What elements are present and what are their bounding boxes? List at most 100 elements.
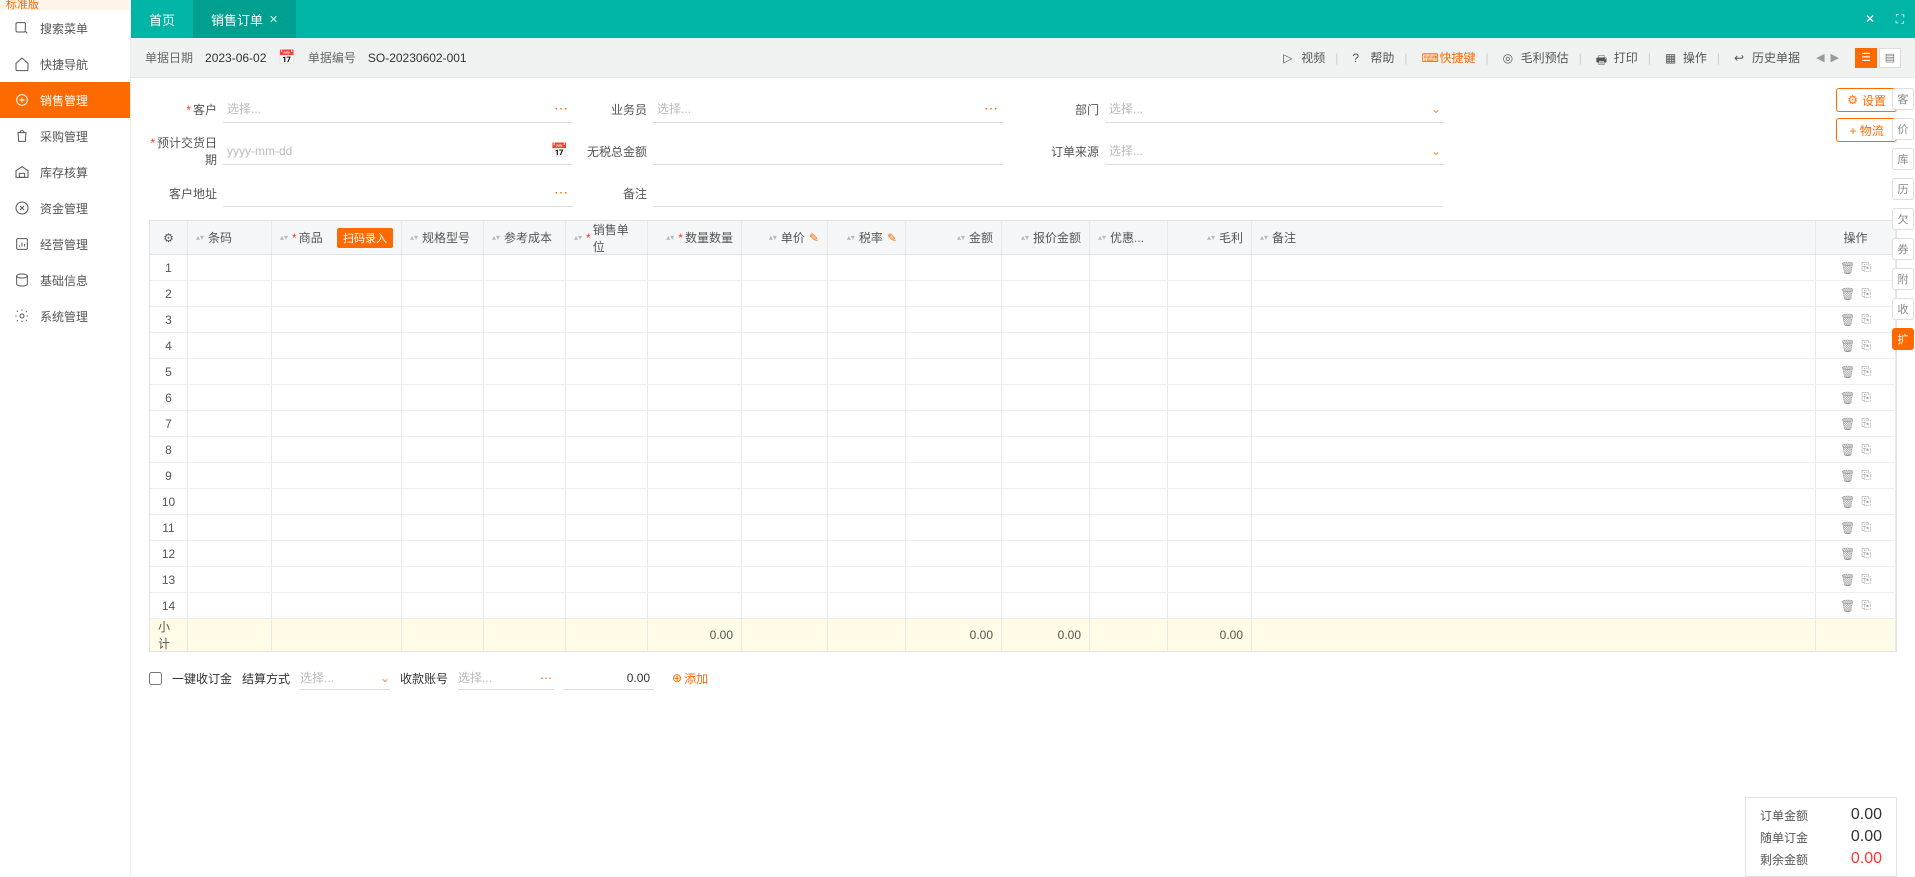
table-row[interactable]: 12 🗑 ⎘: [150, 541, 1896, 567]
toolbar-print[interactable]: 🖶打印: [1579, 49, 1638, 66]
col-discount[interactable]: ▴▾优惠...: [1090, 221, 1168, 254]
copy-icon[interactable]: ⎘: [1861, 312, 1871, 327]
dock-expand[interactable]: 扩: [1892, 328, 1914, 350]
delete-icon[interactable]: 🗑: [1840, 495, 1855, 509]
ellipsis-icon[interactable]: ⋯: [554, 184, 569, 201]
sidebar-item-sales[interactable]: 销售管理: [0, 82, 130, 118]
dock-debt[interactable]: 欠: [1892, 208, 1914, 230]
copy-icon[interactable]: ⎘: [1861, 598, 1871, 613]
col-spec[interactable]: ▴▾规格型号: [402, 221, 484, 254]
col-gross[interactable]: ▴▾毛利: [1168, 221, 1252, 254]
chevron-down-icon[interactable]: ⌄: [1431, 144, 1441, 158]
sidebar-item-finance[interactable]: 资金管理: [0, 190, 130, 226]
delete-icon[interactable]: 🗑: [1840, 573, 1855, 587]
scan-badge[interactable]: 扫码录入: [337, 228, 393, 248]
col-barcode[interactable]: ▴▾条码: [188, 221, 272, 254]
copy-icon[interactable]: ⎘: [1861, 494, 1871, 509]
copy-icon[interactable]: ⎘: [1861, 286, 1871, 301]
next-doc[interactable]: ▶: [1831, 51, 1839, 64]
col-qty[interactable]: ▴▾*数量数量: [648, 221, 742, 254]
table-row[interactable]: 3 🗑 ⎘: [150, 307, 1896, 333]
delete-icon[interactable]: 🗑: [1840, 365, 1855, 379]
toolbar-shortcuts[interactable]: ⌨快捷键: [1404, 49, 1475, 66]
table-row[interactable]: 11 🗑 ⎘: [150, 515, 1896, 541]
salesperson-input[interactable]: 选择...⋯: [653, 95, 1003, 123]
sidebar-item-purchase[interactable]: 采购管理: [0, 118, 130, 154]
toolbar-history[interactable]: ↩历史单据: [1717, 49, 1800, 66]
settle-method-select[interactable]: 选择...⌄: [300, 666, 390, 690]
delete-icon[interactable]: 🗑: [1840, 313, 1855, 327]
delete-icon[interactable]: 🗑: [1840, 521, 1855, 535]
settings-button[interactable]: ⚙设置: [1836, 88, 1897, 112]
toolbar-ops[interactable]: ▦操作: [1648, 49, 1707, 66]
logistics-button[interactable]: + 物流: [1836, 118, 1897, 142]
col-settings[interactable]: ⚙: [150, 221, 188, 254]
toolbar-help[interactable]: ?帮助: [1335, 49, 1394, 66]
doc-date-value[interactable]: 2023-06-02: [205, 51, 266, 65]
delete-icon[interactable]: 🗑: [1840, 443, 1855, 457]
sidebar-item-search-menu[interactable]: 搜索菜单: [0, 10, 130, 46]
copy-icon[interactable]: ⎘: [1861, 546, 1871, 561]
copy-icon[interactable]: ⎘: [1861, 260, 1871, 275]
delete-icon[interactable]: 🗑: [1840, 417, 1855, 431]
copy-icon[interactable]: ⎘: [1861, 572, 1871, 587]
payment-amount[interactable]: 0.00: [564, 666, 654, 690]
copy-icon[interactable]: ⎘: [1861, 390, 1871, 405]
delete-icon[interactable]: 🗑: [1840, 469, 1855, 483]
department-input[interactable]: 选择...⌄: [1105, 95, 1445, 123]
copy-icon[interactable]: ⎘: [1861, 364, 1871, 379]
edit-icon[interactable]: ✎: [887, 231, 897, 245]
table-row[interactable]: 14 🗑 ⎘: [150, 593, 1896, 619]
order-source-input[interactable]: 选择...⌄: [1105, 137, 1445, 165]
col-note[interactable]: ▴▾备注: [1252, 221, 1816, 254]
edit-icon[interactable]: ✎: [809, 231, 819, 245]
tab-close-all[interactable]: ✕: [1855, 0, 1885, 38]
account-input[interactable]: 选择...⋯: [458, 666, 554, 690]
sidebar-item-operation[interactable]: 经营管理: [0, 226, 130, 262]
table-row[interactable]: 13 🗑 ⎘: [150, 567, 1896, 593]
dock-customer[interactable]: 客: [1892, 88, 1914, 110]
tab-expand[interactable]: ⛶: [1885, 0, 1915, 38]
chevron-down-icon[interactable]: ⌄: [1431, 102, 1441, 116]
col-tax[interactable]: ▴▾税率✎: [828, 221, 906, 254]
sidebar-item-inventory[interactable]: 库存核算: [0, 154, 130, 190]
ellipsis-icon[interactable]: ⋯: [984, 100, 999, 117]
calendar-icon[interactable]: 📅: [551, 142, 569, 159]
chevron-down-icon[interactable]: ⌄: [380, 671, 390, 685]
sidebar-item-quicknav[interactable]: 快捷导航: [0, 46, 130, 82]
sidebar-item-system[interactable]: 系统管理: [0, 298, 130, 334]
toolbar-profit[interactable]: ◎毛利预估: [1486, 49, 1569, 66]
copy-icon[interactable]: ⎘: [1861, 338, 1871, 353]
delete-icon[interactable]: 🗑: [1840, 599, 1855, 613]
calendar-icon[interactable]: 📅: [278, 49, 295, 66]
table-row[interactable]: 9 🗑 ⎘: [150, 463, 1896, 489]
table-row[interactable]: 2 🗑 ⎘: [150, 281, 1896, 307]
delete-icon[interactable]: 🗑: [1840, 261, 1855, 275]
prev-doc[interactable]: ◀: [1816, 51, 1824, 64]
col-retail[interactable]: ▴▾报价金额: [1002, 221, 1090, 254]
dock-stock[interactable]: 库: [1892, 148, 1914, 170]
col-product[interactable]: ▴▾*商品扫码录入: [272, 221, 402, 254]
view-mode-form[interactable]: ☰: [1855, 48, 1877, 68]
copy-icon[interactable]: ⎘: [1861, 520, 1871, 535]
cust-addr-input[interactable]: ⋯: [223, 179, 573, 207]
ellipsis-icon[interactable]: ⋯: [540, 671, 552, 685]
copy-icon[interactable]: ⎘: [1861, 442, 1871, 457]
delete-icon[interactable]: 🗑: [1840, 391, 1855, 405]
notax-total-input[interactable]: [653, 137, 1003, 165]
col-amount[interactable]: ▴▾金额: [906, 221, 1002, 254]
delivery-date-input[interactable]: yyyy-mm-dd📅: [223, 137, 573, 165]
table-row[interactable]: 7 🗑 ⎘: [150, 411, 1896, 437]
sidebar-item-base[interactable]: 基础信息: [0, 262, 130, 298]
collect-deposit-checkbox[interactable]: [149, 672, 162, 685]
copy-icon[interactable]: ⎘: [1861, 416, 1871, 431]
ellipsis-icon[interactable]: ⋯: [554, 100, 569, 117]
add-payment-button[interactable]: ⊕添加: [672, 670, 708, 687]
delete-icon[interactable]: 🗑: [1840, 339, 1855, 353]
close-icon[interactable]: ✕: [269, 13, 278, 26]
table-row[interactable]: 5 🗑 ⎘: [150, 359, 1896, 385]
col-price[interactable]: ▴▾单价✎: [742, 221, 828, 254]
table-row[interactable]: 1 🗑 ⎘: [150, 255, 1896, 281]
dock-price[interactable]: 价: [1892, 118, 1914, 140]
dock-history[interactable]: 历: [1892, 178, 1914, 200]
